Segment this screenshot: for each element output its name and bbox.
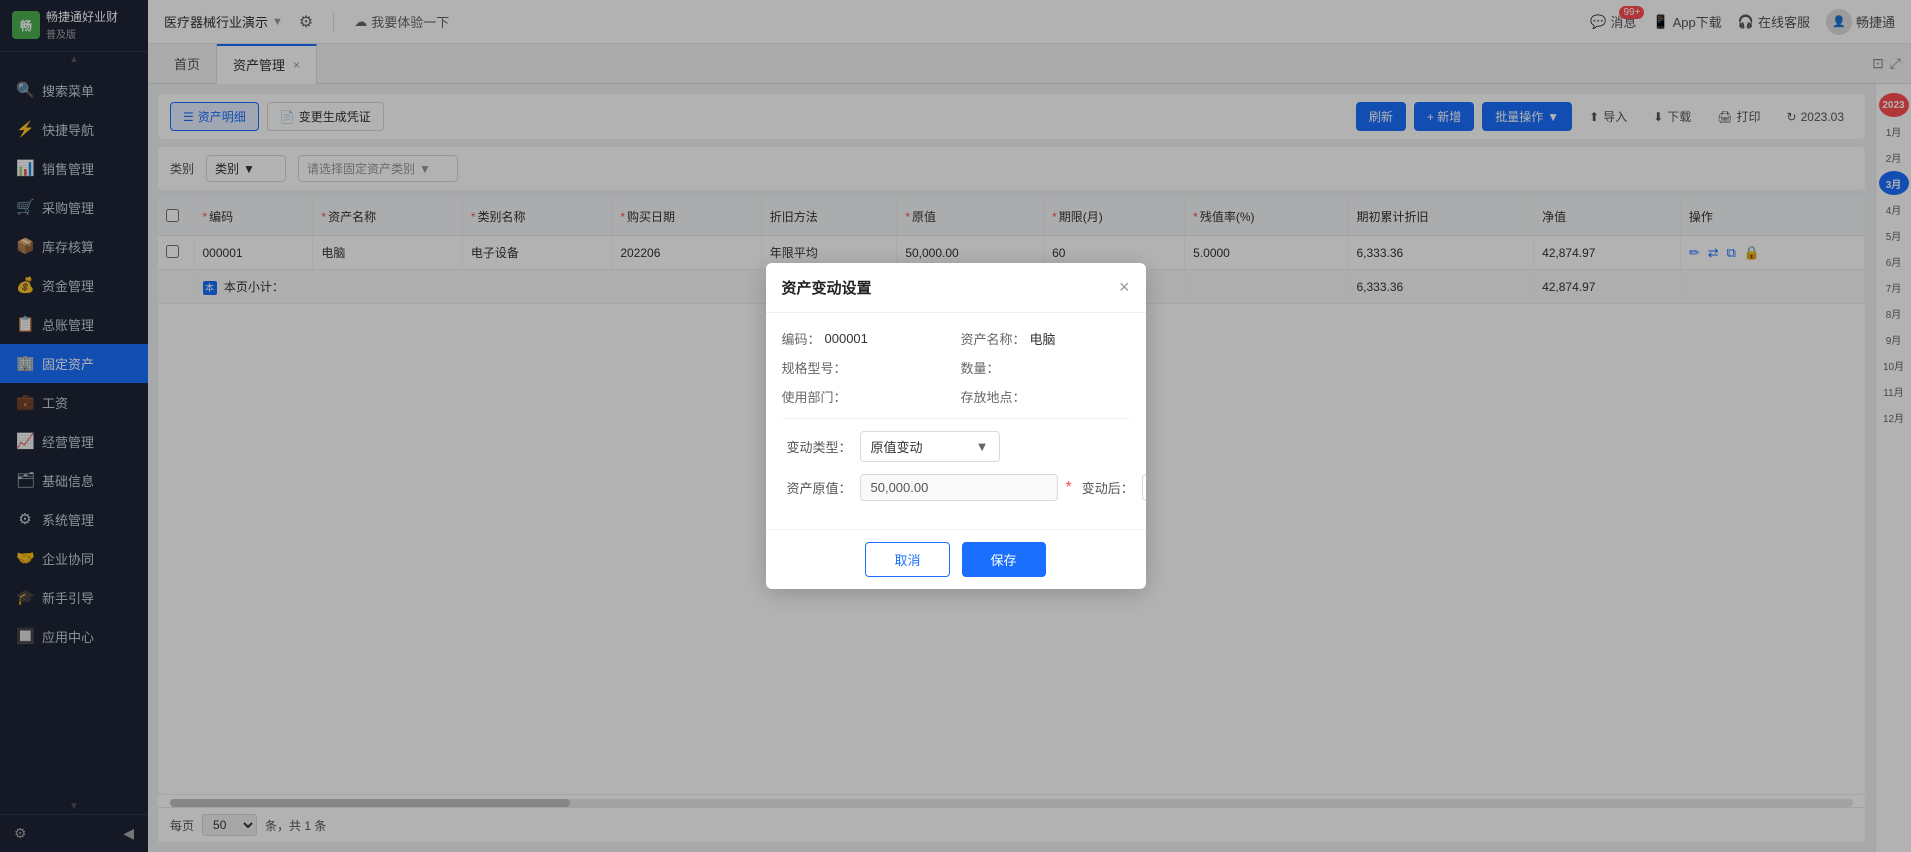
modal-dept-field: 使用部门： xyxy=(782,387,951,406)
modal-divider xyxy=(782,418,1130,419)
modal-close-icon[interactable]: × xyxy=(1119,277,1130,298)
modal-footer: 取消 保存 xyxy=(766,529,1146,589)
modal-code-label: 编码： xyxy=(782,329,821,348)
modal-code-field: 编码： 000001 xyxy=(782,329,951,348)
modal-info-row2: 规格型号： 数量： xyxy=(782,358,1130,377)
modal-change-type-chevron: ▼ xyxy=(976,439,989,454)
modal-info-row3: 使用部门： 存放地点： xyxy=(782,387,1130,406)
modal-spec-label: 规格型号： xyxy=(782,358,847,377)
modal-after-change-input[interactable] xyxy=(1142,474,1146,501)
modal-name-label: 资产名称： xyxy=(961,329,1026,348)
modal-spec-field: 规格型号： xyxy=(782,358,951,377)
modal-quantity-label: 数量： xyxy=(961,358,1000,377)
modal-body: 编码： 000001 资产名称： 电脑 规格型号： 数量： xyxy=(766,313,1146,529)
asset-change-modal: 资产变动设置 × 编码： 000001 资产名称： 电脑 规格型号： xyxy=(766,263,1146,589)
modal-asset-value-row: 资产原值： * 变动后： xyxy=(782,474,1130,501)
modal-quantity-field: 数量： xyxy=(961,358,1130,377)
modal-info-row1: 编码： 000001 资产名称： 电脑 xyxy=(782,329,1130,348)
modal-header: 资产变动设置 × xyxy=(766,263,1146,313)
modal-change-type-row: 变动类型： 原值变动 ▼ xyxy=(782,431,1130,462)
modal-change-type-select[interactable]: 原值变动 ▼ xyxy=(860,431,1000,462)
modal-overlay: 资产变动设置 × 编码： 000001 资产名称： 电脑 规格型号： xyxy=(0,0,1911,852)
modal-name-value: 电脑 xyxy=(1030,329,1056,348)
modal-name-field: 资产名称： 电脑 xyxy=(961,329,1130,348)
required-star: * xyxy=(1066,479,1072,497)
modal-location-field: 存放地点： xyxy=(961,387,1130,406)
modal-change-type-value: 原值变动 xyxy=(871,437,923,456)
cancel-button[interactable]: 取消 xyxy=(865,542,949,577)
modal-asset-value-label: 资产原值： xyxy=(782,478,852,497)
modal-dept-label: 使用部门： xyxy=(782,387,847,406)
modal-asset-value-input[interactable] xyxy=(860,474,1058,501)
modal-after-change-label: 变动后： xyxy=(1082,478,1134,497)
modal-code-value: 000001 xyxy=(825,331,868,346)
modal-change-type-label: 变动类型： xyxy=(782,437,852,456)
modal-location-label: 存放地点： xyxy=(961,387,1026,406)
save-button[interactable]: 保存 xyxy=(962,542,1046,577)
modal-title: 资产变动设置 xyxy=(782,277,872,298)
